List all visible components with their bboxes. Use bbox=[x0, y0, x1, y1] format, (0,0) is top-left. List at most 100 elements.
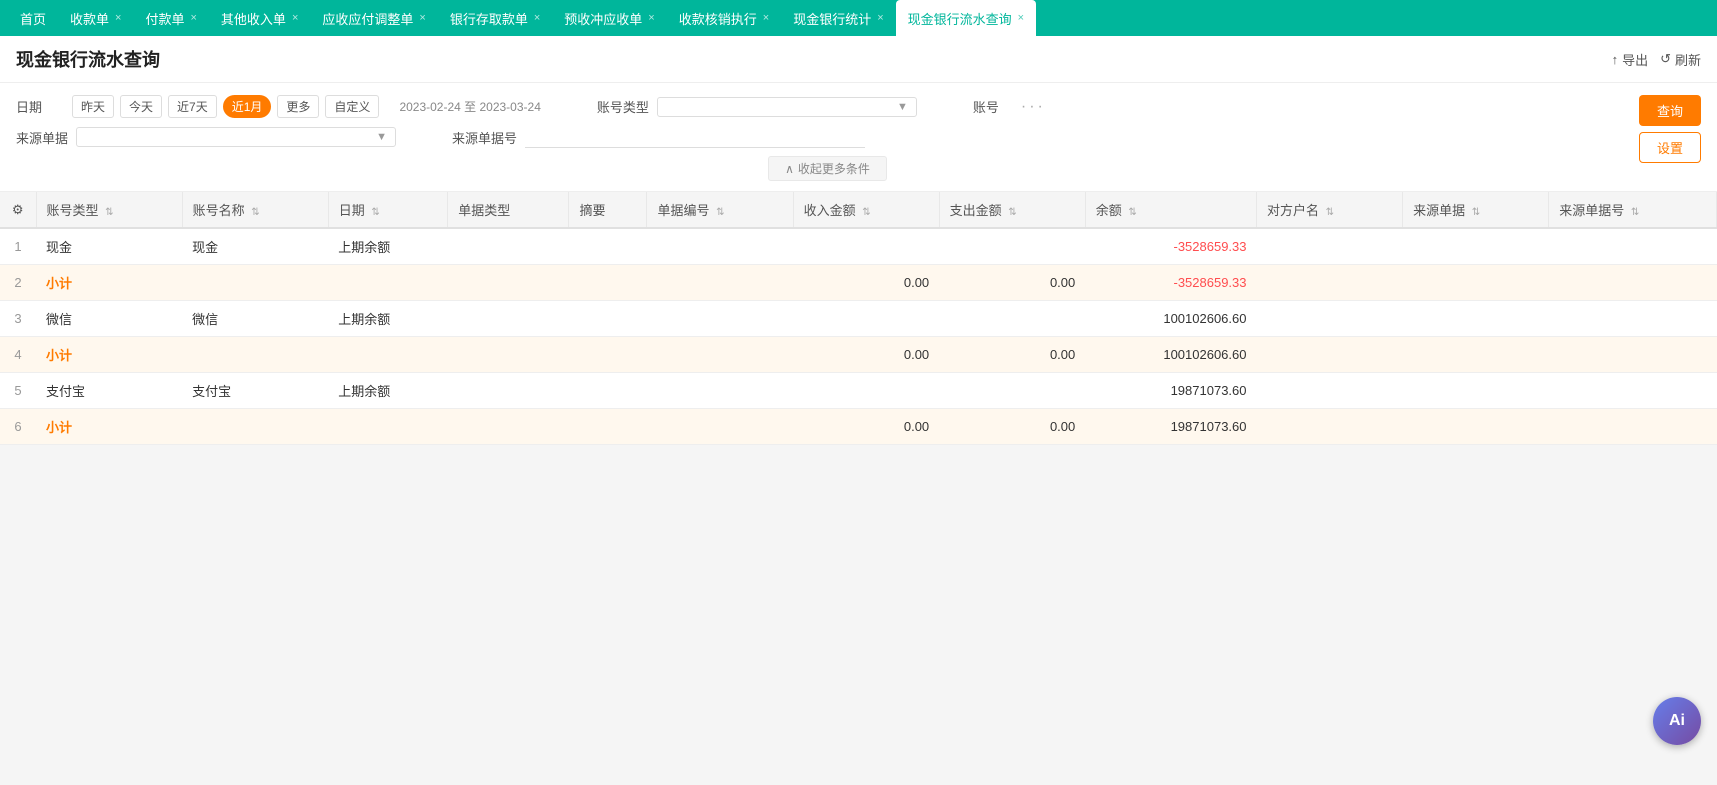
nav-bank-deposit[interactable]: 银行存取款单 × bbox=[438, 0, 552, 36]
cell-src-doc-no bbox=[1549, 409, 1717, 445]
cell-src-doc-no bbox=[1549, 337, 1717, 373]
top-nav: 首页 收款单 × 付款单 × 其他收入单 × 应收应付调整单 × 银行存取款单 … bbox=[0, 0, 1717, 36]
table-row[interactable]: 2 小计 0.00 0.00 -3528659.33 bbox=[0, 265, 1717, 301]
filter-area: 日期 昨天 今天 近7天 近1月 更多 自定义 2023-02-24 至 202… bbox=[0, 83, 1717, 192]
cell-row-num: 5 bbox=[0, 373, 36, 409]
nav-receipts[interactable]: 收款单 × bbox=[58, 0, 133, 36]
cell-account-type: 小计 bbox=[36, 409, 182, 445]
nav-collection-exec[interactable]: 收款核销执行 × bbox=[667, 0, 781, 36]
th-expense[interactable]: 支出金额 ⇅ bbox=[939, 192, 1085, 228]
cell-income bbox=[793, 373, 939, 409]
table-row[interactable]: 3 微信 微信 上期余额 100102606.60 bbox=[0, 301, 1717, 337]
date-btn-more[interactable]: 更多 bbox=[277, 95, 319, 118]
data-table-container: ⚙ 账号类型 ⇅ 账号名称 ⇅ 日期 ⇅ 单据类型 摘要 单据编号 ⇅ 收入金额… bbox=[0, 192, 1717, 445]
cell-account-type: 现金 bbox=[36, 228, 182, 265]
nav-cash-bank-stats[interactable]: 现金银行统计 × bbox=[781, 0, 895, 36]
cell-src-doc-no bbox=[1549, 265, 1717, 301]
th-counterpart[interactable]: 对方户名 ⇅ bbox=[1257, 192, 1403, 228]
table-body: 1 现金 现金 上期余额 -3528659.33 2 小计 0.00 0.00 … bbox=[0, 228, 1717, 445]
cell-doc-type bbox=[448, 337, 569, 373]
table-row[interactable]: 1 现金 现金 上期余额 -3528659.33 bbox=[0, 228, 1717, 265]
nav-payments[interactable]: 付款单 × bbox=[133, 0, 208, 36]
cell-counterpart bbox=[1257, 337, 1403, 373]
cell-src-doc-no bbox=[1549, 373, 1717, 409]
cell-balance: 100102606.60 bbox=[1085, 301, 1256, 337]
table-header: ⚙ 账号类型 ⇅ 账号名称 ⇅ 日期 ⇅ 单据类型 摘要 单据编号 ⇅ 收入金额… bbox=[0, 192, 1717, 228]
th-account-name[interactable]: 账号名称 ⇅ bbox=[182, 192, 328, 228]
nav-home[interactable]: 首页 bbox=[8, 0, 58, 36]
th-date[interactable]: 日期 ⇅ bbox=[328, 192, 448, 228]
close-advance-offset-icon[interactable]: × bbox=[648, 12, 654, 24]
query-button[interactable]: 查询 bbox=[1639, 95, 1701, 126]
date-btn-custom[interactable]: 自定义 bbox=[325, 95, 379, 118]
source-doc-select[interactable]: ▼ bbox=[76, 127, 396, 147]
th-income[interactable]: 收入金额 ⇅ bbox=[793, 192, 939, 228]
date-filter-label: 日期 bbox=[16, 97, 56, 116]
close-stats-icon[interactable]: × bbox=[877, 12, 883, 24]
cell-income: 0.00 bbox=[793, 337, 939, 373]
collapse-icon: ∧ bbox=[785, 162, 794, 176]
cell-account-name bbox=[182, 265, 328, 301]
cell-summary bbox=[569, 301, 647, 337]
th-src-doc-no[interactable]: 来源单据号 ⇅ bbox=[1549, 192, 1717, 228]
nav-advance-offset[interactable]: 预收冲应收单 × bbox=[552, 0, 666, 36]
cell-doc-type bbox=[448, 228, 569, 265]
cell-src-doc bbox=[1403, 265, 1549, 301]
close-payments-icon[interactable]: × bbox=[190, 12, 196, 24]
cell-date: 上期余额 bbox=[328, 301, 448, 337]
table-row[interactable]: 4 小计 0.00 0.00 100102606.60 bbox=[0, 337, 1717, 373]
cell-date bbox=[328, 409, 448, 445]
th-balance[interactable]: 余额 ⇅ bbox=[1085, 192, 1256, 228]
close-other-income-icon[interactable]: × bbox=[292, 12, 298, 24]
collapse-button[interactable]: ∧ 收起更多条件 bbox=[768, 156, 887, 181]
close-flow-icon[interactable]: × bbox=[1018, 12, 1024, 24]
cell-income bbox=[793, 301, 939, 337]
cell-src-doc bbox=[1403, 228, 1549, 265]
cell-doc-no bbox=[647, 265, 793, 301]
close-bank-deposit-icon[interactable]: × bbox=[534, 12, 540, 24]
th-doc-no[interactable]: 单据编号 ⇅ bbox=[647, 192, 793, 228]
right-action-buttons: 查询 设置 bbox=[1639, 95, 1701, 163]
cell-row-num: 6 bbox=[0, 409, 36, 445]
date-btn-7days[interactable]: 近7天 bbox=[168, 95, 217, 118]
cell-expense bbox=[939, 228, 1085, 265]
cell-date bbox=[328, 337, 448, 373]
close-ar-ap-icon[interactable]: × bbox=[419, 12, 425, 24]
settings-button[interactable]: 设置 bbox=[1639, 132, 1701, 163]
cell-summary bbox=[569, 265, 647, 301]
cell-account-name bbox=[182, 337, 328, 373]
account-type-select[interactable]: ▼ bbox=[657, 97, 917, 117]
date-btn-today[interactable]: 今天 bbox=[120, 95, 162, 118]
nav-cash-bank-flow[interactable]: 现金银行流水查询 × bbox=[896, 0, 1036, 36]
date-btn-yesterday[interactable]: 昨天 bbox=[72, 95, 114, 118]
cell-expense bbox=[939, 373, 1085, 409]
cell-counterpart bbox=[1257, 301, 1403, 337]
cell-income: 0.00 bbox=[793, 409, 939, 445]
table-row[interactable]: 6 小计 0.00 0.00 19871073.60 bbox=[0, 409, 1717, 445]
cell-doc-type bbox=[448, 265, 569, 301]
export-icon: ↑ bbox=[1612, 52, 1619, 67]
close-receipts-icon[interactable]: × bbox=[115, 12, 121, 24]
cell-doc-no bbox=[647, 409, 793, 445]
header-actions: ↑ 导出 ↺ 刷新 bbox=[1612, 50, 1701, 69]
source-doc-label: 来源单据 bbox=[16, 128, 68, 147]
th-src-doc[interactable]: 来源单据 ⇅ bbox=[1403, 192, 1549, 228]
ai-badge[interactable]: Ai bbox=[1653, 697, 1701, 745]
nav-ar-ap-adjust[interactable]: 应收应付调整单 × bbox=[310, 0, 437, 36]
th-account-type[interactable]: 账号类型 ⇅ bbox=[36, 192, 182, 228]
cell-date: 上期余额 bbox=[328, 228, 448, 265]
cell-doc-type bbox=[448, 373, 569, 409]
cell-doc-no bbox=[647, 373, 793, 409]
cell-summary bbox=[569, 373, 647, 409]
close-collection-exec-icon[interactable]: × bbox=[763, 12, 769, 24]
date-btn-1month[interactable]: 近1月 bbox=[223, 95, 272, 118]
refresh-button[interactable]: ↺ 刷新 bbox=[1660, 50, 1701, 69]
cell-src-doc bbox=[1403, 373, 1549, 409]
nav-other-income[interactable]: 其他收入单 × bbox=[209, 0, 310, 36]
table-row[interactable]: 5 支付宝 支付宝 上期余额 19871073.60 bbox=[0, 373, 1717, 409]
account-label: 账号 bbox=[973, 97, 1013, 116]
source-doc-num-input[interactable] bbox=[525, 126, 865, 148]
cell-summary bbox=[569, 337, 647, 373]
gear-col-header[interactable]: ⚙ bbox=[0, 192, 36, 228]
export-button[interactable]: ↑ 导出 bbox=[1612, 50, 1649, 69]
